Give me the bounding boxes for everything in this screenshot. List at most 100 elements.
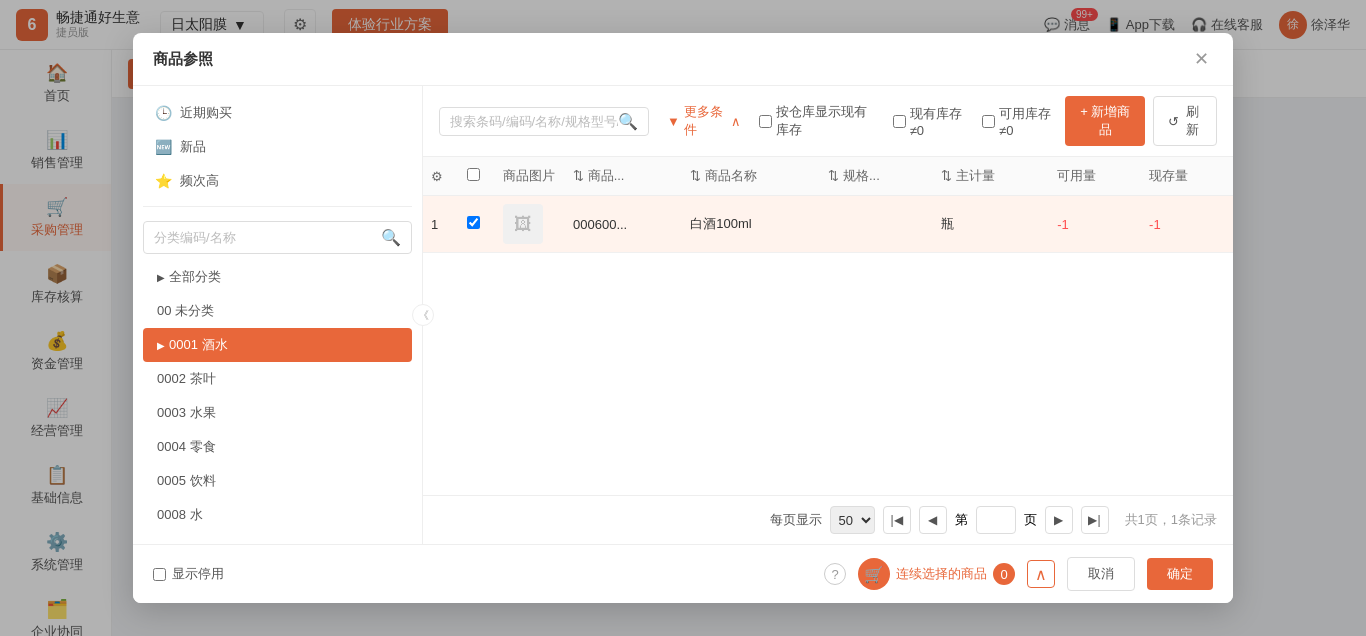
checkbox-stock-nonzero[interactable] [893,115,906,128]
show-disabled-label[interactable]: 显示停用 [153,565,224,583]
last-page-button[interactable]: ▶| [1081,506,1109,534]
row-checkbox-cell[interactable] [459,196,495,253]
check-stock-nonzero[interactable]: 现有库存≠0 [893,105,966,138]
row-stock: -1 [1141,196,1233,253]
category-search-input[interactable] [154,230,381,245]
col-unit: ⇅ 主计量 [933,157,1049,196]
modal-body: 🕒 近期购买 🆕 新品 ⭐ 频次高 🔍 [133,86,1233,544]
collapse-panel-button[interactable]: 《 [412,304,434,326]
check-usable-nonzero[interactable]: 可用库存≠0 [982,105,1055,138]
check-by-warehouse-label: 按仓库显示现有库存 [776,103,877,139]
category-list: ▶ 全部分类 00 未分类 ▶ 0001 酒水 0002 茶叶 0003 水果 [133,260,422,534]
col-code[interactable]: ⇅ 商品... [565,157,682,196]
refresh-button[interactable]: ↺ 刷新 [1153,96,1217,146]
tab-frequent[interactable]: ⭐ 频次高 [143,164,412,198]
row-checkbox[interactable] [467,216,480,229]
modal-footer: 显示停用 ? 🛒 连续选择的商品 0 ∧ 取消 确定 [133,544,1233,603]
more-filter-button[interactable]: ▼ 更多条件 ∧ [659,99,749,143]
left-panel: 🕒 近期购买 🆕 新品 ⭐ 频次高 🔍 [133,86,423,544]
sort-icon: ⇅ [573,168,584,183]
row-code: 000600... [565,196,682,253]
product-search-wrap: 🔍 [439,107,649,136]
col-name[interactable]: ⇅ 商品名称 [682,157,820,196]
modal-overlay: 商品参照 ✕ 🕒 近期购买 🆕 新品 ⭐ 频次高 [0,0,1366,636]
row-available: -1 [1049,196,1141,253]
check-stock-nonzero-label: 现有库存≠0 [910,105,966,138]
product-search-icon[interactable]: 🔍 [618,112,638,131]
check-usable-nonzero-label: 可用库存≠0 [999,105,1055,138]
row-spec [820,196,933,253]
cat-item-snack[interactable]: 0004 零食 [143,430,412,464]
sort-icon4: ⇅ [941,168,952,183]
cat-item-liquor[interactable]: ▶ 0001 酒水 [143,328,412,362]
check-by-warehouse[interactable]: 按仓库显示现有库存 [759,103,877,139]
show-disabled-checkbox[interactable] [153,568,166,581]
cat-item-water[interactable]: 0008 水 [143,498,412,532]
prev-page-button[interactable]: ◀ [919,506,947,534]
recent-icon: 🕒 [155,105,172,121]
col-spec-label: 规格... [843,168,880,183]
cat-item-fruit[interactable]: 0003 水果 [143,396,412,430]
cat-item-beverage[interactable]: 0005 饮料 [143,464,412,498]
filter-label: 更多条件 [684,103,727,139]
cat-item-all[interactable]: ▶ 全部分类 [143,260,412,294]
add-product-button[interactable]: + 新增商品 [1065,96,1145,146]
tab-new-product[interactable]: 🆕 新品 [143,130,412,164]
help-icon[interactable]: ? [824,563,846,585]
confirm-button[interactable]: 确定 [1147,558,1213,590]
left-divider [143,206,412,207]
next-page-button[interactable]: ▶ [1045,506,1073,534]
cat-item-tea[interactable]: 0002 茶叶 [143,362,412,396]
cart-label: 连续选择的商品 [896,565,987,583]
col-code-label: 商品... [588,168,625,183]
collapse-cart-button[interactable]: ∧ [1027,560,1055,588]
cat-item-appliance[interactable]: 0010 家电 [143,532,412,534]
col-unit-label: 主计量 [956,168,995,183]
row-name: 白酒100ml [682,196,820,253]
page-label: 第 [955,511,968,529]
left-tabs: 🕒 近期购买 🆕 新品 ⭐ 频次高 [133,96,422,198]
page-label2: 页 [1024,511,1037,529]
tab-recent-purchase[interactable]: 🕒 近期购买 [143,96,412,130]
refresh-label: 刷新 [1183,103,1202,139]
table-row[interactable]: 1 🖼 000600... 白酒100ml 瓶 -1 -1 [423,196,1233,253]
cancel-button[interactable]: 取消 [1067,557,1135,591]
col-available: 可用量 [1049,157,1141,196]
show-disabled-text: 显示停用 [172,565,224,583]
category-search-row: 🔍 [143,221,412,254]
cat-item-unclassified[interactable]: 00 未分类 [143,294,412,328]
cart-count: 0 [993,563,1015,585]
per-page-label: 每页显示 [770,511,822,529]
checkbox-by-warehouse[interactable] [759,115,772,128]
tab-recent-label: 近期购买 [180,104,232,122]
page-number-input[interactable]: 1 [976,506,1016,534]
new-icon: 🆕 [155,139,172,155]
per-page-select[interactable]: 50 [830,506,875,534]
product-table: ⚙ 商品图片 ⇅ 商品... ⇅ [423,157,1233,253]
col-checkbox[interactable] [459,157,495,196]
filter-icon: ▼ [667,114,680,129]
chevron-up-icon: ∧ [731,114,741,129]
refresh-icon: ↺ [1168,114,1179,129]
modal-close-button[interactable]: ✕ [1189,47,1213,71]
checkbox-usable-nonzero[interactable] [982,115,995,128]
freq-icon: ⭐ [155,173,172,189]
cart-area[interactable]: 🛒 连续选择的商品 0 [858,558,1015,590]
tab-freq-label: 频次高 [180,172,219,190]
checkbox-group: 按仓库显示现有库存 现有库存≠0 可用库存≠0 [759,103,1055,139]
col-available-label: 可用量 [1057,168,1096,183]
product-reference-modal: 商品参照 ✕ 🕒 近期购买 🆕 新品 ⭐ 频次高 [133,33,1233,603]
col-spec[interactable]: ⇅ 规格... [820,157,933,196]
select-all-checkbox[interactable] [467,168,480,181]
category-search-icon[interactable]: 🔍 [381,228,401,247]
col-settings[interactable]: ⚙ [423,157,459,196]
col-name-label: 商品名称 [705,168,757,183]
product-search-input[interactable] [450,114,618,129]
table-header-row: ⚙ 商品图片 ⇅ 商品... ⇅ [423,157,1233,196]
first-page-button[interactable]: |◀ [883,506,911,534]
tab-new-label: 新品 [180,138,206,156]
arrow-active-icon: ▶ [157,340,165,351]
row-no: 1 [423,196,459,253]
row-unit: 瓶 [933,196,1049,253]
total-info: 共1页，1条记录 [1125,511,1217,529]
